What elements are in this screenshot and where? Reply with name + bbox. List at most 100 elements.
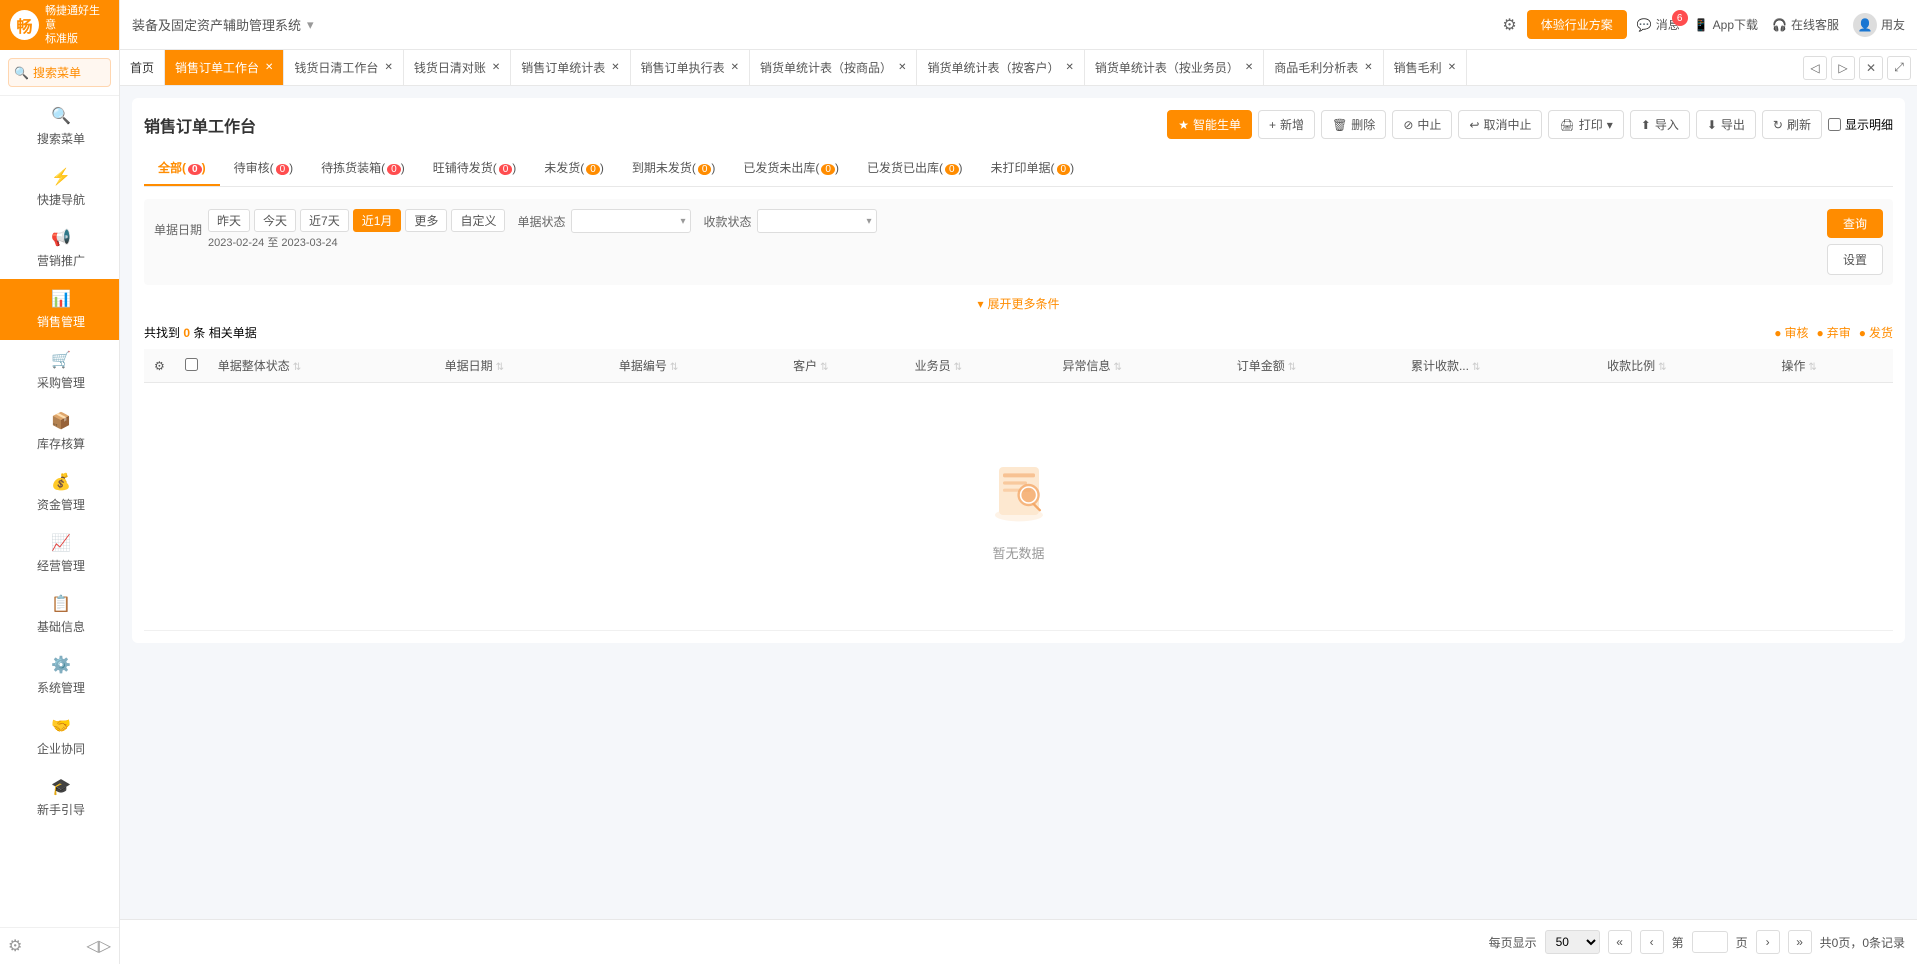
collapse-icon[interactable]: ◁▷: [86, 936, 111, 956]
tab-prev-btn[interactable]: ◁: [1803, 56, 1827, 80]
cancel-stop-btn[interactable]: ↩ 取消中止: [1458, 110, 1542, 139]
sidebar-item-guide[interactable]: 🎓新手引导: [0, 767, 119, 828]
sub-tab-unprinted[interactable]: 未打印单据(0): [977, 151, 1089, 186]
tab-sales-customer[interactable]: 销货单统计表（按客户）✕: [917, 50, 1084, 86]
sidebar-item-basics[interactable]: 📋基础信息: [0, 584, 119, 645]
tab-sales-staff[interactable]: 销货单统计表（按业务员）✕: [1085, 50, 1264, 86]
select-all-checkbox[interactable]: [185, 358, 198, 371]
add-btn[interactable]: + 新增: [1258, 110, 1315, 139]
tab-close-icon[interactable]: ✕: [898, 62, 906, 73]
tab-gross-margin[interactable]: 商品毛利分析表✕: [1264, 50, 1383, 86]
sub-tab-shipped-out[interactable]: 已发货已出库(0): [853, 151, 977, 186]
print-btn[interactable]: 🖨 打印 ▾: [1548, 110, 1623, 139]
tab-sales-product[interactable]: 销货单统计表（按商品）✕: [750, 50, 917, 86]
sub-tab-all[interactable]: 全部(0): [144, 151, 220, 186]
tab-sales-exec[interactable]: 销售订单执行表✕: [631, 50, 750, 86]
tab-close-icon[interactable]: ✕: [384, 62, 392, 73]
page-first-btn[interactable]: «: [1608, 930, 1632, 954]
sub-tab-not-shipped[interactable]: 未发货(0): [530, 151, 618, 186]
sort-icon[interactable]: ⇅: [1114, 362, 1122, 373]
export-btn[interactable]: ⬇ 导出: [1696, 110, 1756, 139]
col-settings[interactable]: ⚙: [144, 349, 175, 383]
sidebar-item-quick-nav[interactable]: ⚡快捷导航: [0, 157, 119, 218]
payment-select[interactable]: [757, 209, 877, 233]
expand-filter-btn[interactable]: ▾ 展开更多条件: [977, 295, 1059, 312]
tab-cash-daily[interactable]: 钱货日清工作台✕: [284, 50, 403, 86]
tab-close-icon[interactable]: ✕: [1364, 62, 1372, 73]
date-quick-近7天[interactable]: 近7天: [300, 209, 349, 232]
date-quick-近1月[interactable]: 近1月: [353, 209, 402, 232]
tab-sales-stats[interactable]: 销售订单统计表✕: [511, 50, 630, 86]
sort-icon[interactable]: ⇅: [1658, 362, 1666, 373]
sidebar-item-system[interactable]: ⚙️系统管理: [0, 645, 119, 706]
tab-cash-reconcile[interactable]: 钱货日清对账✕: [404, 50, 511, 86]
search-menu-button[interactable]: 🔍 搜索菜单: [8, 58, 111, 87]
tab-maximize-btn[interactable]: ⤢: [1887, 56, 1911, 80]
sidebar-item-inventory[interactable]: 📦库存核算: [0, 401, 119, 462]
sidebar-item-purchase[interactable]: 🛒采购管理: [0, 340, 119, 401]
sort-icon[interactable]: ⇅: [1808, 362, 1816, 373]
batch-发货-btn[interactable]: ● 发货: [1859, 324, 1893, 341]
sidebar-item-sales[interactable]: 📊销售管理: [0, 279, 119, 340]
tab-close-icon[interactable]: ✕: [492, 62, 500, 73]
tab-close-icon[interactable]: ✕: [1448, 62, 1456, 73]
sub-tab-shipped-no-out[interactable]: 已发货未出库(0): [729, 151, 853, 186]
message-badge[interactable]: 💬 消息 6: [1637, 16, 1680, 33]
sub-tab-pending-review[interactable]: 待审核(0): [220, 151, 308, 186]
sort-icon[interactable]: ⇅: [820, 362, 828, 373]
page-last-btn[interactable]: »: [1788, 930, 1812, 954]
tab-sales-workbench[interactable]: 销售订单工作台✕: [165, 50, 284, 86]
tab-close-btn[interactable]: ✕: [1859, 56, 1883, 80]
tab-close-icon[interactable]: ✕: [265, 62, 273, 73]
date-quick-自定义[interactable]: 自定义: [451, 209, 505, 232]
delete-btn[interactable]: 🗑 删除: [1321, 110, 1386, 139]
sidebar-item-finance[interactable]: 💰资金管理: [0, 462, 119, 523]
page-size-select[interactable]: 102050100: [1545, 930, 1600, 954]
sub-tab-overdue-ship[interactable]: 到期未发货(0): [618, 151, 730, 186]
import-btn[interactable]: ⬆ 导入: [1630, 110, 1690, 139]
status-select[interactable]: [571, 209, 691, 233]
refresh-btn[interactable]: ↻ 刷新: [1762, 110, 1822, 139]
stop-btn[interactable]: ⊘ 中止: [1392, 110, 1452, 139]
show-detail-checkbox[interactable]: 显示明细: [1828, 116, 1893, 133]
batch-弃审-btn[interactable]: ● 弃审: [1816, 324, 1850, 341]
tab-sales-profit[interactable]: 销售毛利✕: [1384, 50, 1467, 86]
sort-icon[interactable]: ⇅: [1472, 362, 1480, 373]
sort-icon[interactable]: ⇅: [954, 362, 962, 373]
module-dropdown-icon[interactable]: ▾: [307, 17, 314, 33]
sort-icon[interactable]: ⇅: [293, 362, 301, 373]
date-quick-昨天[interactable]: 昨天: [208, 209, 250, 232]
user-menu[interactable]: 👤 用友: [1853, 13, 1905, 37]
ai-generate-btn[interactable]: ★ 智能生单: [1167, 110, 1252, 139]
tab-home[interactable]: 首页: [120, 50, 165, 86]
online-service[interactable]: 🎧 在线客服: [1772, 16, 1839, 33]
sub-tab-wangpu-deliver[interactable]: 旺铺待发货(0): [419, 151, 531, 186]
filter-settings-btn[interactable]: 设置: [1827, 244, 1883, 275]
show-detail-input[interactable]: [1828, 118, 1841, 131]
sidebar-item-marketing[interactable]: 📢营销推广: [0, 218, 119, 279]
settings-icon[interactable]: ⚙: [8, 936, 22, 956]
tab-close-icon[interactable]: ✕: [731, 62, 739, 73]
sidebar-item-search[interactable]: 🔍搜索菜单: [0, 96, 119, 157]
tab-close-icon[interactable]: ✕: [1245, 62, 1253, 73]
col-amount: 订单金额⇅: [1227, 349, 1401, 383]
sort-icon[interactable]: ⇅: [1288, 362, 1296, 373]
page-next-btn[interactable]: ›: [1756, 930, 1780, 954]
sort-icon[interactable]: ⇅: [496, 362, 504, 373]
date-quick-今天[interactable]: 今天: [254, 209, 296, 232]
tab-close-icon[interactable]: ✕: [1065, 62, 1073, 73]
app-download[interactable]: 📱 App下载: [1694, 16, 1758, 33]
query-btn[interactable]: 查询: [1827, 209, 1883, 238]
industry-btn[interactable]: 体验行业方案: [1527, 10, 1627, 39]
page-prev-btn[interactable]: ‹: [1640, 930, 1664, 954]
batch-审核-btn[interactable]: ● 审核: [1774, 324, 1808, 341]
page-number-input[interactable]: 1: [1692, 931, 1728, 953]
sidebar-item-enterprise[interactable]: 🤝企业协同: [0, 706, 119, 767]
topbar-settings-icon[interactable]: ⚙: [1502, 15, 1516, 35]
date-quick-更多[interactable]: 更多: [405, 209, 447, 232]
sort-icon[interactable]: ⇅: [670, 362, 678, 373]
sidebar-item-operations[interactable]: 📈经营管理: [0, 523, 119, 584]
tab-next-btn[interactable]: ▷: [1831, 56, 1855, 80]
sub-tab-pending-inspect[interactable]: 待拣货装箱(0): [307, 151, 419, 186]
tab-close-icon[interactable]: ✕: [611, 62, 619, 73]
